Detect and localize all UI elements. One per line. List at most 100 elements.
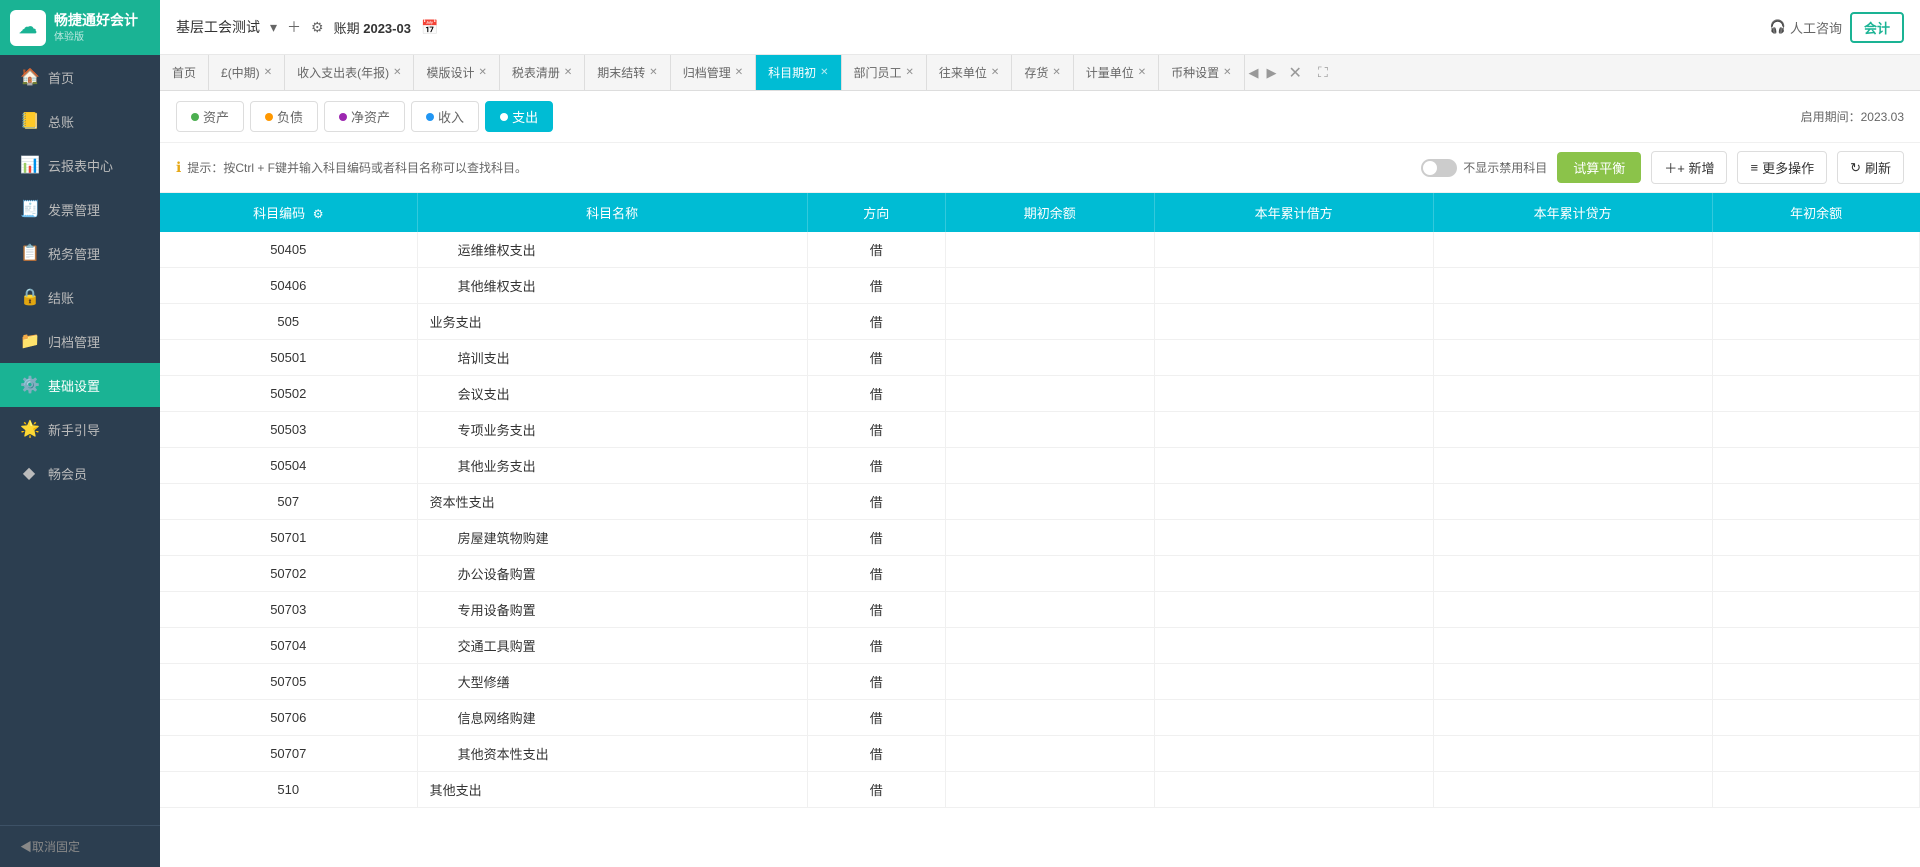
cell-year-debit (1154, 340, 1433, 376)
tab-period-mid[interactable]: £(中期) ✕ (209, 55, 285, 90)
toggle-disabled-switch[interactable] (1421, 159, 1457, 177)
cell-code: 50704 (160, 628, 417, 664)
sidebar-collapse[interactable]: ◀取消固定 (0, 825, 160, 867)
table-row[interactable]: 50405 运维维权支出 借 (160, 232, 1920, 268)
tab-close-all-btn[interactable]: ✕ (1281, 63, 1310, 83)
tab-label-currency: 币种设置 (1171, 64, 1219, 81)
filter-tab-net-asset[interactable]: 净资产 (324, 101, 405, 132)
filter-tab-asset[interactable]: 资产 (176, 101, 244, 132)
sidebar-label-home: 首页 (48, 68, 74, 87)
company-dropdown-icon[interactable]: ▾ (270, 19, 277, 36)
column-settings-icon[interactable]: ⚙ (313, 207, 324, 221)
tab-inventory[interactable]: 存货 ✕ (1012, 55, 1073, 90)
table-row[interactable]: 50702 办公设备购置 借 (160, 556, 1920, 592)
tab-unit[interactable]: 计量单位 ✕ (1074, 55, 1159, 90)
sidebar-item-reports[interactable]: 📊 云报表中心 (0, 143, 160, 187)
col-opening: 期初余额 (945, 193, 1154, 232)
tab-label-unit: 计量单位 (1086, 64, 1134, 81)
sidebar-item-settings[interactable]: ⚙️ 基础设置 (0, 363, 160, 407)
more-btn[interactable]: ≡ 更多操作 (1737, 151, 1827, 184)
help-btn[interactable]: 🎧 人工咨询 (1770, 18, 1842, 37)
cell-direction: 借 (807, 664, 945, 700)
tab-income-year[interactable]: 收入支出表(年报) ✕ (285, 55, 414, 90)
table-row[interactable]: 50705 大型修缮 借 (160, 664, 1920, 700)
filter-label-income: 收入 (438, 107, 464, 126)
tab-close-dept[interactable]: ✕ (906, 67, 914, 78)
table-row[interactable]: 50502 会议支出 借 (160, 376, 1920, 412)
add-btn[interactable]: ＋ + 新增 (1651, 151, 1727, 184)
tab-close-currency[interactable]: ✕ (1223, 67, 1231, 78)
tab-next-btn[interactable]: ▶ (1263, 65, 1281, 81)
sidebar-item-invoice[interactable]: 🧾 发票管理 (0, 187, 160, 231)
filter-tab-expense[interactable]: 支出 (485, 101, 553, 132)
settings-btn[interactable]: ⚙ (311, 19, 324, 36)
calendar-icon[interactable]: 📅 (421, 19, 438, 36)
sidebar-item-home[interactable]: 🏠 首页 (0, 55, 160, 99)
table-row[interactable]: 50504 其他业务支出 借 (160, 448, 1920, 484)
sidebar-item-guide[interactable]: 🌟 新手引导 (0, 407, 160, 451)
filter-tab-liability[interactable]: 负债 (250, 101, 318, 132)
cell-opening (945, 340, 1154, 376)
tax-icon: 📋 (20, 243, 38, 263)
tab-close-period-end[interactable]: ✕ (649, 67, 657, 78)
sidebar-item-member[interactable]: ◆ 畅会员 (0, 451, 160, 495)
cell-name: 房屋建筑物购建 (417, 520, 807, 556)
sidebar-item-archive[interactable]: 📁 归档管理 (0, 319, 160, 363)
tab-subject-period[interactable]: 科目期初 ✕ (756, 55, 841, 90)
tab-dept[interactable]: 部门员工 ✕ (842, 55, 927, 90)
tab-prev-btn[interactable]: ◀ (1245, 65, 1263, 81)
table-row[interactable]: 50707 其他资本性支出 借 (160, 736, 1920, 772)
sidebar-item-closing[interactable]: 🔒 结账 (0, 275, 160, 319)
cell-year-credit (1433, 628, 1712, 664)
tab-close-income-year[interactable]: ✕ (393, 67, 401, 78)
sidebar-item-ledger[interactable]: 📒 总账 (0, 99, 160, 143)
user-role-btn[interactable]: 会计 (1850, 12, 1904, 43)
tab-label-inventory: 存货 (1024, 64, 1048, 81)
add-company-btn[interactable]: ＋ (287, 17, 301, 37)
table-row[interactable]: 50406 其他维权支出 借 (160, 268, 1920, 304)
tab-close-subject-period[interactable]: ✕ (820, 67, 828, 78)
table-row[interactable]: 50703 专用设备购置 借 (160, 592, 1920, 628)
tab-period-end[interactable]: 期末结转 ✕ (585, 55, 670, 90)
cell-year-debit (1154, 556, 1433, 592)
sidebar: ☁ 畅捷通好会计 体验版 🏠 首页 📒 总账 📊 云报表中心 🧾 发票管理 📋 … (0, 0, 160, 867)
calculate-btn[interactable]: 试算平衡 (1557, 152, 1641, 183)
tab-template[interactable]: 模版设计 ✕ (414, 55, 499, 90)
tab-close-partner[interactable]: ✕ (991, 67, 999, 78)
sidebar-item-tax[interactable]: 📋 税务管理 (0, 231, 160, 275)
tab-close-archive[interactable]: ✕ (735, 67, 743, 78)
filter-tab-income[interactable]: 收入 (411, 101, 479, 132)
table-row[interactable]: 50706 信息网络购建 借 (160, 700, 1920, 736)
tab-partner[interactable]: 往来单位 ✕ (927, 55, 1012, 90)
tab-expand-btn[interactable]: ⛶ (1310, 64, 1336, 81)
tab-close-unit[interactable]: ✕ (1138, 67, 1146, 78)
tab-currency[interactable]: 币种设置 ✕ (1159, 55, 1244, 90)
cell-year-credit (1433, 520, 1712, 556)
cell-year-credit (1433, 736, 1712, 772)
tab-close-inventory[interactable]: ✕ (1052, 67, 1060, 78)
table-row[interactable]: 50701 房屋建筑物购建 借 (160, 520, 1920, 556)
sidebar-label-tax: 税务管理 (48, 244, 100, 263)
page-content: 资产 负债 净资产 收入 支出 启用期间：2023.03 ℹ 提示：按Ctrl … (160, 91, 1920, 867)
table-row[interactable]: 510 其他支出 借 (160, 772, 1920, 808)
refresh-btn[interactable]: ↻ 刷新 (1837, 151, 1904, 184)
tab-close-tax[interactable]: ✕ (564, 67, 572, 78)
table-row[interactable]: 507 资本性支出 借 (160, 484, 1920, 520)
tab-home[interactable]: 首页 (160, 55, 209, 90)
cell-year-balance (1712, 520, 1919, 556)
tab-close-template[interactable]: ✕ (478, 67, 486, 78)
cell-name: 会议支出 (417, 376, 807, 412)
tab-close-period-mid[interactable]: ✕ (264, 67, 272, 78)
tab-archive[interactable]: 归档管理 ✕ (671, 55, 756, 90)
table-row[interactable]: 50704 交通工具购置 借 (160, 628, 1920, 664)
table-row[interactable]: 50503 专项业务支出 借 (160, 412, 1920, 448)
table-row[interactable]: 50501 培训支出 借 (160, 340, 1920, 376)
tab-label-subject-period: 科目期初 (768, 64, 816, 81)
cell-code: 50503 (160, 412, 417, 448)
cell-name: 资本性支出 (417, 484, 807, 520)
cell-year-debit (1154, 736, 1433, 772)
table-row[interactable]: 505 业务支出 借 (160, 304, 1920, 340)
tab-tax[interactable]: 税表清册 ✕ (500, 55, 585, 90)
cell-year-debit (1154, 700, 1433, 736)
toolbar-right: 不显示禁用科目 试算平衡 ＋ + 新增 ≡ 更多操作 ↻ 刷新 (1421, 151, 1904, 184)
